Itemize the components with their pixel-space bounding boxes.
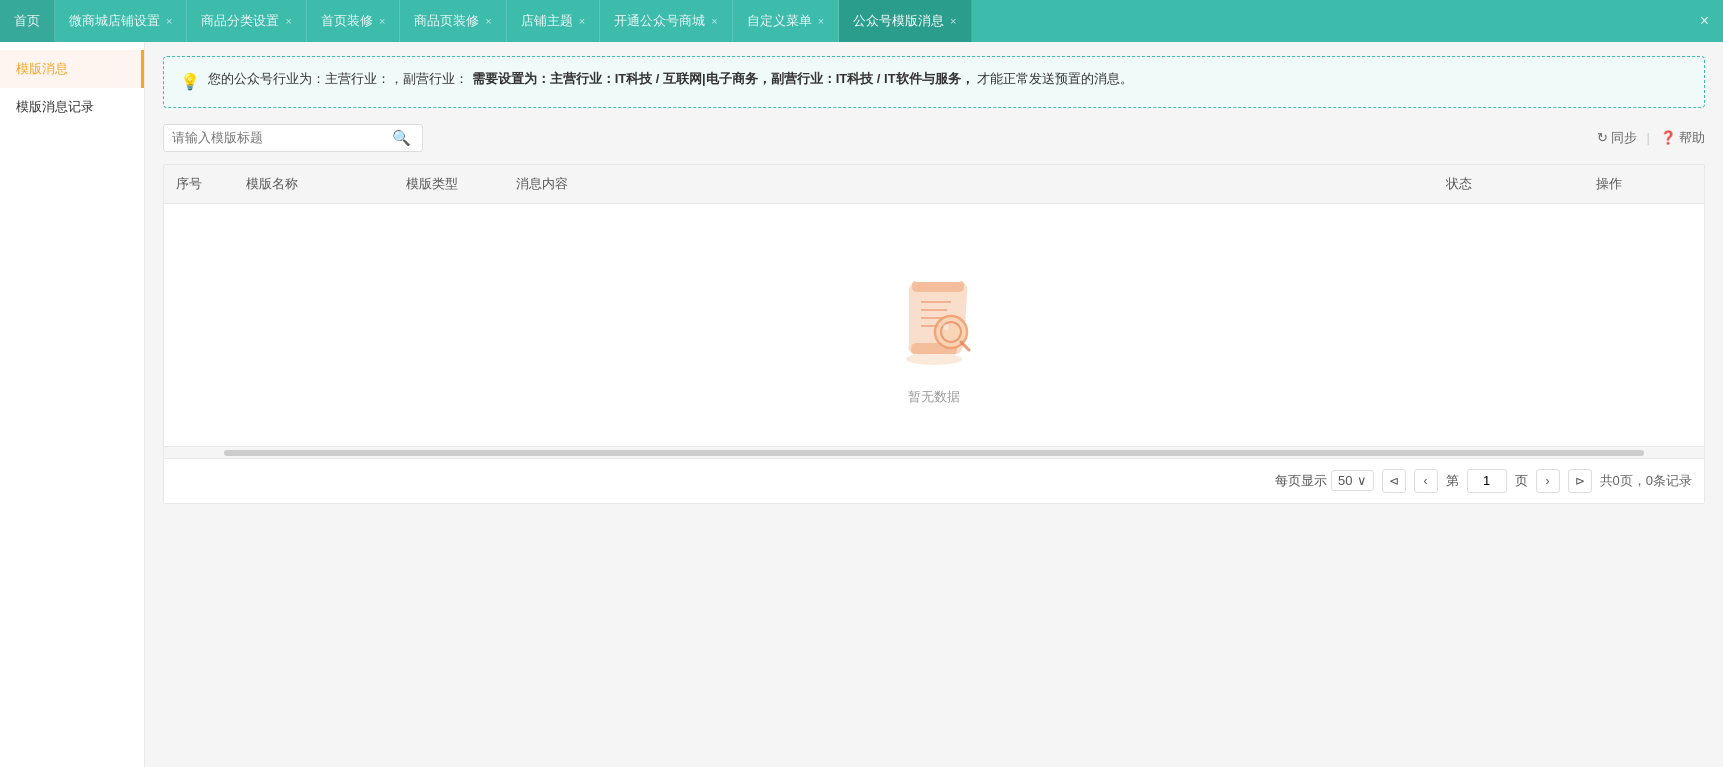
empty-illustration [879,264,989,374]
page-size-label: 每页显示 [1275,472,1327,490]
prev-page-button[interactable]: ‹ [1414,469,1438,493]
notice-highlight: 需要设置为：主营行业：IT科技 / 互联网|电子商务，副营行业：IT科技 / I… [472,71,974,86]
horizontal-scrollbar[interactable] [164,446,1704,458]
first-page-button[interactable]: ⊲ [1382,469,1406,493]
main-content: 💡 您的公众号行业为：主营行业：，副营行业： 需要设置为：主营行业：IT科技 /… [145,42,1723,767]
nav-tab-template-msg-label: 公众号模版消息 [853,12,944,30]
nav-tab-store-settings-label: 微商城店铺设置 [69,12,160,30]
sync-icon: ↻ [1597,130,1608,145]
nav-tab-home-decoration-label: 首页装修 [321,12,373,30]
col-name: 模版名称 [234,165,394,203]
sync-label: 同步 [1611,129,1637,147]
last-page-button[interactable]: ⊳ [1568,469,1592,493]
search-actions: ↻ 同步 | ❓ 帮助 [1597,129,1705,147]
page-size-dropdown[interactable]: 50 ∨ [1331,470,1373,491]
svg-point-8 [943,324,949,330]
empty-text: 暂无数据 [908,388,960,406]
notice-text: 您的公众号行业为：主营行业：，副营行业： 需要设置为：主营行业：IT科技 / 互… [208,69,1133,90]
search-input[interactable] [172,130,392,145]
help-button[interactable]: ❓ 帮助 [1660,129,1705,147]
nav-tab-custom-menu-label: 自定义菜单 [747,12,812,30]
nav-tab-category-settings-label: 商品分类设置 [201,12,279,30]
close-open-mall-icon[interactable]: × [711,15,717,27]
nav-tab-custom-menu[interactable]: 自定义菜单 × [733,0,839,42]
next-page-button[interactable]: › [1536,469,1560,493]
nav-tab-store-theme-label: 店铺主题 [521,12,573,30]
close-template-msg-icon[interactable]: × [950,15,956,27]
pagination: 每页显示 50 ∨ ⊲ ‹ 第 页 › ⊳ 共0页，0条记录 [164,458,1704,503]
page-number-input[interactable] [1467,469,1507,493]
nav-tab-home-label: 首页 [14,12,40,30]
main-layout: 模版消息 模版消息记录 💡 您的公众号行业为：主营行业：，副营行业： 需要设置为… [0,42,1723,767]
page-label: 第 [1446,472,1459,490]
help-icon: ❓ [1660,130,1676,145]
action-divider: | [1647,130,1650,145]
chevron-down-icon: ∨ [1357,473,1367,488]
notice-suffix: 才能正常发送预置的消息。 [977,71,1133,86]
close-all-tabs-button[interactable]: × [1686,12,1723,30]
data-table: 序号 模版名称 模版类型 消息内容 状态 操作 [163,164,1705,504]
nav-tab-home-decoration[interactable]: 首页装修 × [307,0,400,42]
search-input-wrap[interactable]: 🔍 [163,124,423,152]
col-index: 序号 [164,165,234,203]
page-size-value: 50 [1338,473,1352,488]
col-content: 消息内容 [504,165,1434,203]
page-suffix: 页 [1515,472,1528,490]
nav-tab-home[interactable]: 首页 [0,0,55,42]
page-size-select: 每页显示 50 ∨ [1275,470,1373,491]
nav-tab-open-mall-label: 开通公众号商城 [614,12,705,30]
top-nav: 首页 微商城店铺设置 × 商品分类设置 × 首页装修 × 商品页装修 × 店铺主… [0,0,1723,42]
notice-prefix: 您的公众号行业为：主营行业：，副营行业： [208,71,468,86]
col-status: 状态 [1434,165,1584,203]
close-product-decoration-icon[interactable]: × [485,15,491,27]
close-custom-menu-icon[interactable]: × [818,15,824,27]
nav-tab-template-msg[interactable]: 公众号模版消息 × [839,0,971,42]
sync-button[interactable]: ↻ 同步 [1597,129,1637,147]
close-store-settings-icon[interactable]: × [166,15,172,27]
sidebar-item-template-msg-label: 模版消息 [16,61,68,76]
col-type: 模版类型 [394,165,504,203]
notice-banner: 💡 您的公众号行业为：主营行业：，副营行业： 需要设置为：主营行业：IT科技 /… [163,56,1705,108]
scroll-track [224,450,1644,456]
search-bar: 🔍 ↻ 同步 | ❓ 帮助 [163,124,1705,152]
sidebar-item-template-msg-record-label: 模版消息记录 [16,99,94,114]
notice-bulb-icon: 💡 [180,69,200,95]
col-action: 操作 [1584,165,1704,203]
svg-point-0 [906,353,962,365]
nav-tab-category-settings[interactable]: 商品分类设置 × [187,0,306,42]
page-total: 共0页，0条记录 [1600,472,1692,490]
nav-tab-store-settings[interactable]: 微商城店铺设置 × [55,0,187,42]
nav-tab-product-decoration-label: 商品页装修 [414,12,479,30]
close-store-theme-icon[interactable]: × [579,15,585,27]
close-category-settings-icon[interactable]: × [285,15,291,27]
nav-tab-open-mall[interactable]: 开通公众号商城 × [600,0,732,42]
help-label: 帮助 [1679,129,1705,147]
table-header: 序号 模版名称 模版类型 消息内容 状态 操作 [164,165,1704,204]
nav-tab-product-decoration[interactable]: 商品页装修 × [400,0,506,42]
search-icon[interactable]: 🔍 [392,129,411,147]
empty-state: 暂无数据 [164,204,1704,446]
nav-tab-store-theme[interactable]: 店铺主题 × [507,0,600,42]
sidebar-item-template-msg[interactable]: 模版消息 [0,50,144,88]
sidebar-item-template-msg-record[interactable]: 模版消息记录 [0,88,144,126]
close-home-decoration-icon[interactable]: × [379,15,385,27]
sidebar: 模版消息 模版消息记录 [0,42,145,767]
